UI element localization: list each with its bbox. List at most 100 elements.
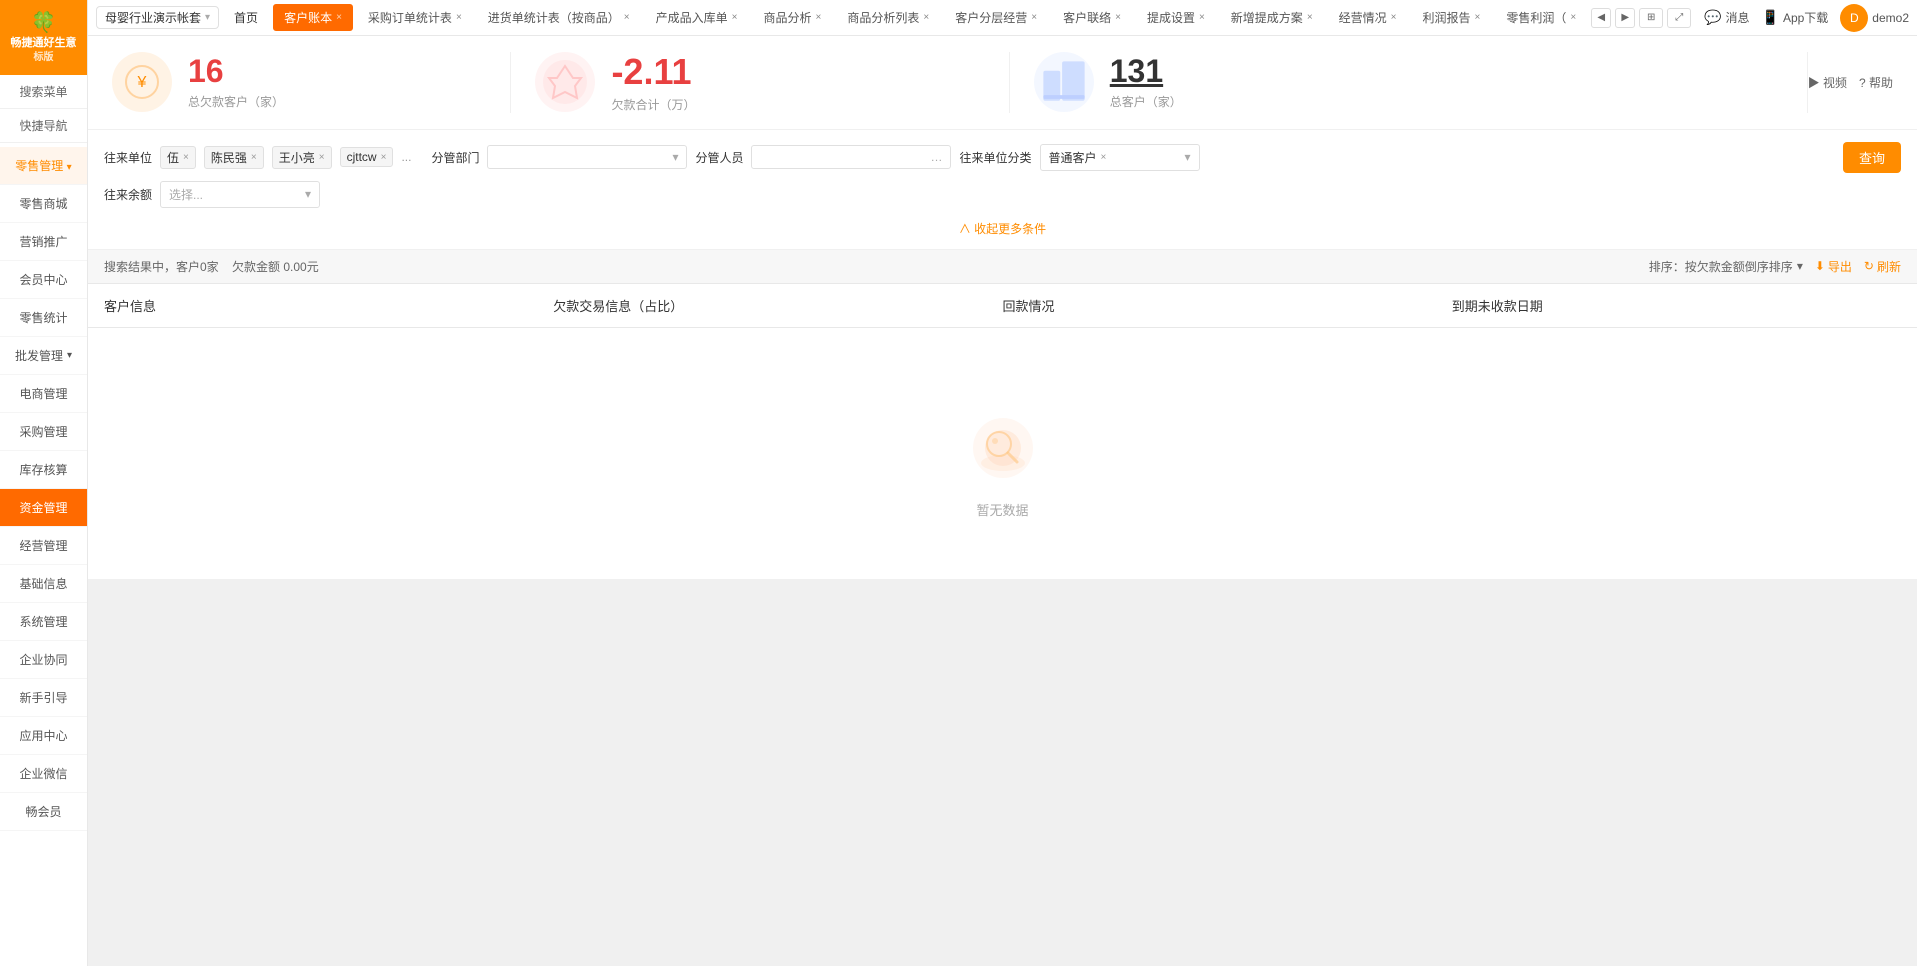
tab-customer-contact[interactable]: 客户联络 × <box>1052 4 1132 31</box>
logo-icon: 🍀 <box>11 10 77 36</box>
breadcrumb-selector[interactable]: 母婴行业演示帐套 ▾ <box>96 6 219 29</box>
total-customers-info: 131 总客户（家） <box>1110 54 1783 110</box>
tab-close-icon[interactable]: × <box>1391 12 1397 23</box>
tab-close-icon[interactable]: × <box>816 12 822 23</box>
phone-icon: 📱 <box>1762 9 1779 26</box>
sidebar-item-business[interactable]: 经营管理 <box>0 527 87 565</box>
tab-fullscreen[interactable]: ⤢ <box>1667 8 1691 28</box>
unit-category-tag: 普通客户 × <box>1049 149 1107 166</box>
app-version: 标版 <box>34 52 54 63</box>
remove-tag-cjttcw[interactable]: × <box>381 152 387 163</box>
sidebar-item-new-guide[interactable]: 新手引导 <box>0 679 87 717</box>
tab-close-icon[interactable]: × <box>732 12 738 23</box>
tab-expand[interactable]: ⊞ <box>1639 8 1663 28</box>
branch-person-select[interactable]: … <box>751 145 951 169</box>
sidebar-item-vip[interactable]: 畅会员 <box>0 793 87 831</box>
user-menu[interactable]: D demo2 <box>1840 4 1909 32</box>
sidebar-item-retail-stats[interactable]: 零售统计 <box>0 299 87 337</box>
page-content: ¥ 16 总欠款客户（家） <box>88 36 1917 579</box>
remove-tag-wu[interactable]: × <box>183 152 189 163</box>
tab-close-icon[interactable]: × <box>336 12 342 23</box>
refresh-btn[interactable]: ↻ 刷新 <box>1864 258 1901 275</box>
stats-bar: ¥ 16 总欠款客户（家） <box>88 36 1917 130</box>
sidebar-item-inventory[interactable]: 库存核算 <box>0 451 87 489</box>
breadcrumb-text: 母婴行业演示帐套 <box>105 9 201 26</box>
total-customers-label: 总客户（家） <box>1110 93 1783 110</box>
sidebar-item-retail-mall[interactable]: 零售商城 <box>0 185 87 223</box>
filter-more-btn[interactable]: ... <box>401 150 411 164</box>
sidebar-item-app-center[interactable]: 应用中心 <box>0 717 87 755</box>
tab-close-icon[interactable]: × <box>923 12 929 23</box>
messages-btn[interactable]: 💬 消息 <box>1704 9 1749 26</box>
unit-category-select[interactable]: 普通客户 × ▾ <box>1040 144 1200 171</box>
col-repayment: 回款情况 <box>1003 296 1452 315</box>
app-download-label: App下载 <box>1783 9 1828 26</box>
sidebar: 🍀 畅捷通好生意 标版 搜索菜单 快捷导航 零售管理 ▾ 零售商城 营销推广 会… <box>0 0 88 966</box>
sidebar-item-enterprise-coop[interactable]: 企业协同 <box>0 641 87 679</box>
tab-profit-report[interactable]: 利润报告 × <box>1412 4 1492 31</box>
video-label: 视频 <box>1823 76 1847 90</box>
tab-customer-tier[interactable]: 客户分层经营 × <box>944 4 1048 31</box>
filter-collapse-btn[interactable]: ∧ 收起更多条件 <box>104 216 1901 241</box>
tab-scroll-right[interactable]: ▶ <box>1615 8 1635 28</box>
sidebar-item-basic-info[interactable]: 基础信息 <box>0 565 87 603</box>
debt-amount-icon <box>535 52 595 112</box>
tab-purchase-order[interactable]: 采购订单统计表 × <box>357 4 473 31</box>
result-actions: 排序：按欠款金额倒序排序 ▾ ⬇ 导出 ↻ 刷新 <box>1649 258 1901 275</box>
sidebar-item-retail-mgmt[interactable]: 零售管理 ▾ <box>0 147 87 185</box>
query-button[interactable]: 查询 <box>1843 142 1901 173</box>
tab-goods-list[interactable]: 商品分析列表 × <box>836 4 940 31</box>
remove-tag-wang[interactable]: × <box>319 152 325 163</box>
app-name: 畅捷通好生意 <box>11 37 77 49</box>
sidebar-item-marketing[interactable]: 营销推广 <box>0 223 87 261</box>
result-summary: 搜索结果中，客户0家 欠款金额 0.00元 <box>104 258 319 275</box>
tab-goods-analysis[interactable]: 商品分析 × <box>753 4 833 31</box>
tab-scroll-left[interactable]: ◀ <box>1591 8 1611 28</box>
tab-close-icon[interactable]: × <box>1199 12 1205 23</box>
tab-retail-profit[interactable]: 零售利润（ × <box>1495 4 1587 31</box>
help-link[interactable]: ? 帮助 <box>1859 74 1893 91</box>
sidebar-item-batch-mgmt[interactable]: 批发管理▾ <box>0 337 87 375</box>
quick-nav-label: 快捷导航 <box>19 119 67 133</box>
sidebar-search[interactable]: 搜索菜单 <box>0 75 87 109</box>
tab-customers[interactable]: 客户账本 × <box>273 4 353 31</box>
help-label: 帮助 <box>1869 76 1893 90</box>
tab-close-icon[interactable]: × <box>1475 12 1481 23</box>
tab-product-inbound[interactable]: 产成品入库单 × <box>645 4 749 31</box>
category-select-arrow: ▾ <box>1184 150 1190 164</box>
tab-close-icon[interactable]: × <box>1307 12 1313 23</box>
tab-home[interactable]: 首页 <box>223 4 269 31</box>
app-download-btn[interactable]: 📱 App下载 <box>1762 9 1829 26</box>
tab-new-promote[interactable]: 新增提成方案 × <box>1220 4 1324 31</box>
tab-close-icon[interactable]: × <box>456 12 462 23</box>
quick-nav[interactable]: 快捷导航 <box>0 109 87 143</box>
sidebar-item-member-center[interactable]: 会员中心 <box>0 261 87 299</box>
sidebar-item-purchase[interactable]: 采购管理 <box>0 413 87 451</box>
tab-purchase-stats[interactable]: 进货单统计表（按商品） × <box>477 4 641 31</box>
video-link[interactable]: ▶ 视频 <box>1808 74 1847 91</box>
sidebar-item-system[interactable]: 系统管理 <box>0 603 87 641</box>
export-label: 导出 <box>1828 258 1852 275</box>
topbar: 母婴行业演示帐套 ▾ 首页 客户账本 × 采购订单统计表 × 进货单统计表（按商… <box>88 0 1917 36</box>
search-label: 搜索菜单 <box>19 85 67 99</box>
owner-unit-tag-cjttcw: cjttcw × <box>340 147 394 167</box>
export-btn[interactable]: ⬇ 导出 <box>1815 258 1852 275</box>
sort-selector[interactable]: 排序：按欠款金额倒序排序 ▾ <box>1649 258 1803 275</box>
stat-actions: ▶ 视频 ? 帮助 <box>1808 52 1893 113</box>
branch-dept-select[interactable]: ▾ <box>487 145 687 169</box>
topbar-right: 💬 消息 📱 App下载 D demo2 <box>1704 4 1909 32</box>
sidebar-item-capital[interactable]: 资金管理 <box>0 489 87 527</box>
sidebar-item-ecommerce[interactable]: 电商管理 <box>0 375 87 413</box>
tab-operation[interactable]: 经营情况 × <box>1328 4 1408 31</box>
tab-close-icon[interactable]: × <box>1115 12 1121 23</box>
tab-close-icon[interactable]: × <box>624 12 630 23</box>
tab-close-icon[interactable]: × <box>1570 12 1576 23</box>
balance-select[interactable]: 选择... ▾ <box>160 181 320 208</box>
tab-promote-settings[interactable]: 提成设置 × <box>1136 4 1216 31</box>
sidebar-item-enterprise-wechat[interactable]: 企业微信 <box>0 755 87 793</box>
tab-close-icon[interactable]: × <box>1031 12 1037 23</box>
remove-tag-chen[interactable]: × <box>251 152 257 163</box>
remove-category-tag[interactable]: × <box>1101 152 1107 163</box>
sort-arrow-icon: ▾ <box>1797 259 1803 273</box>
app-logo: 🍀 畅捷通好生意 标版 <box>0 0 87 75</box>
